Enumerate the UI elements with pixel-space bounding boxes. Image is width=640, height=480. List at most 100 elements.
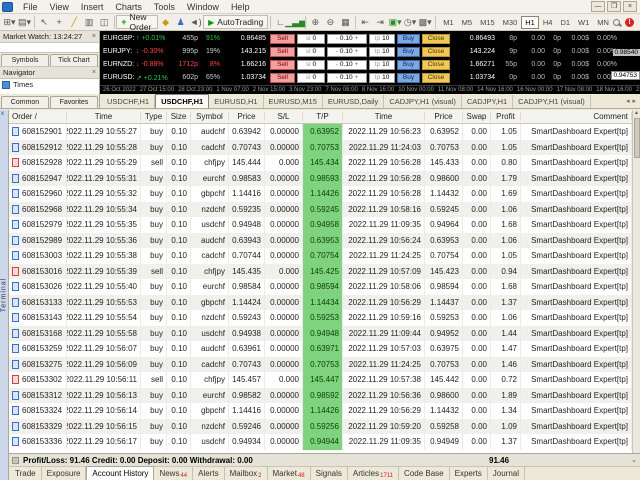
zoom-in-button[interactable]: ⊕: [308, 15, 323, 29]
sell-button[interactable]: Sell: [270, 59, 295, 70]
table-row[interactable]: 608153133 2022.11.29 10:55:53 buy 0.10 gbpch…: [9, 294, 632, 310]
column-header-c10[interactable]: Swap: [463, 112, 491, 121]
profiles-button[interactable]: ▤▾: [17, 15, 32, 29]
chart-tab[interactable]: CADJPY,H1 (visual): [513, 95, 591, 108]
plus-icon[interactable]: +: [355, 49, 359, 55]
minus-icon[interactable]: -: [336, 62, 338, 68]
new-chart-button[interactable]: ⊞▾: [2, 15, 17, 29]
chart-tab[interactable]: EURUSD,H1: [209, 95, 264, 108]
sell-button[interactable]: Sell: [270, 33, 295, 44]
lot-stepper[interactable]: -0.10 +: [327, 46, 367, 57]
crosshair-button[interactable]: +: [52, 15, 67, 29]
column-header-c4[interactable]: Symbol: [191, 112, 229, 121]
column-header-c7[interactable]: T/P: [303, 112, 343, 121]
objects-button[interactable]: ▁▃▅: [285, 15, 306, 29]
tab-favorites[interactable]: Favorites: [50, 96, 98, 108]
lot-stepper[interactable]: -0.10 +: [327, 59, 367, 70]
lot-stepper[interactable]: -0.10 +: [327, 72, 367, 83]
tab-exposure[interactable]: Exposure: [42, 467, 87, 480]
chart-tab[interactable]: USDCHF,H1: [102, 95, 156, 108]
chevron-down-icon[interactable]: ⌄: [631, 456, 637, 464]
minus-icon[interactable]: -: [336, 75, 338, 81]
scrollbar-thumb[interactable]: [633, 118, 640, 158]
chart-tab[interactable]: EURUSD,Daily: [323, 95, 385, 108]
plus-icon[interactable]: +: [355, 62, 359, 68]
sell-button[interactable]: Sell: [270, 72, 295, 83]
scroll-right-icon[interactable]: ▸: [632, 97, 636, 105]
notification-icon[interactable]: !: [625, 17, 634, 27]
column-header-c1[interactable]: Time: [67, 112, 141, 121]
tab-journal[interactable]: Journal: [488, 467, 526, 480]
table-row[interactable]: 608153324 2022.11.29 10:56:14 buy 0.10 gbpch…: [9, 403, 632, 419]
search-icon[interactable]: [613, 18, 620, 26]
timeframe-mn-button[interactable]: MN: [593, 16, 613, 29]
takeprofit-field[interactable]: tp 10: [369, 33, 395, 44]
sell-button[interactable]: Sell: [270, 46, 295, 57]
takeprofit-field[interactable]: tp 10: [369, 46, 395, 57]
stoploss-field[interactable]: sl 0: [297, 46, 325, 57]
scroll-left-icon[interactable]: ◂: [626, 97, 630, 105]
candle-chart-button[interactable]: ◫: [97, 15, 112, 29]
accounts-button[interactable]: ♟: [173, 15, 188, 29]
column-header-c6[interactable]: S/L: [265, 112, 303, 121]
sound-button[interactable]: ◄): [188, 15, 203, 29]
table-row[interactable]: 608152901 2022.11.29 10:55:27 buy 0.10 audch…: [9, 124, 632, 140]
zoom-out-button[interactable]: ⊖: [323, 15, 338, 29]
strategy-tester-button[interactable]: ▣▾: [388, 15, 403, 29]
column-header-c2[interactable]: Type: [141, 112, 167, 121]
period-button[interactable]: ◷▾: [403, 15, 418, 29]
tab-tick-chart[interactable]: Tick Chart: [50, 54, 98, 66]
tab-articles[interactable]: Articles 1711: [348, 467, 400, 480]
menu-help[interactable]: Help: [225, 2, 256, 12]
menu-file[interactable]: File: [17, 2, 44, 12]
close-icon[interactable]: ×: [92, 33, 96, 40]
tab-experts[interactable]: Experts: [450, 467, 488, 480]
table-row[interactable]: 608152947 2022.11.29 10:55:31 buy 0.10 eurch…: [9, 170, 632, 186]
table-row[interactable]: 608153168 2022.11.29 10:55:58 buy 0.10 usdch…: [9, 325, 632, 341]
navigator-item[interactable]: Times: [2, 80, 33, 89]
table-row[interactable]: 608153275 2022.11.29 10:56:09 buy 0.10 cadch…: [9, 356, 632, 372]
column-header-c5[interactable]: Price: [229, 112, 265, 121]
table-row[interactable]: 608153302 2022.11.29 10:56:11 sell 0.10 chfj…: [9, 372, 632, 388]
tab-account-history[interactable]: Account History: [86, 466, 155, 480]
buy-button[interactable]: Buy: [397, 33, 420, 44]
tab-alerts[interactable]: Alerts: [193, 467, 225, 480]
stoploss-field[interactable]: sl 0: [297, 59, 325, 70]
draw-line-button[interactable]: ╱: [67, 15, 82, 29]
tile-windows-button[interactable]: ▦: [338, 15, 353, 29]
terminal-side-bar[interactable]: x Terminal: [0, 110, 9, 480]
tab-code-base[interactable]: Code Base: [399, 467, 450, 480]
close-icon[interactable]: ×: [92, 69, 96, 76]
buy-button[interactable]: Buy: [397, 59, 420, 70]
menu-window[interactable]: Window: [181, 2, 225, 12]
table-row[interactable]: 608152979 2022.11.29 10:55:35 buy 0.10 usdch…: [9, 217, 632, 233]
template-button[interactable]: ▩▾: [418, 15, 433, 29]
table-row[interactable]: 608152960 2022.11.29 10:55:32 buy 0.10 gbpch…: [9, 186, 632, 202]
chart-tab[interactable]: EURUSD,M15: [264, 95, 323, 108]
timeframe-h1-button[interactable]: H1: [521, 15, 539, 29]
timeframe-w1-button[interactable]: W1: [574, 16, 593, 29]
column-header-c12[interactable]: Comment: [521, 112, 632, 121]
chart-tab[interactable]: CADJPY,H1: [462, 95, 514, 108]
table-row[interactable]: 608153026 2022.11.29 10:55:40 buy 0.10 eurch…: [9, 279, 632, 295]
stoploss-field[interactable]: sl 0: [297, 72, 325, 83]
tab-market[interactable]: Market 48: [268, 467, 311, 480]
tab-trade[interactable]: Trade: [10, 467, 42, 480]
table-row[interactable]: 608152928 2022.11.29 10:55:29 sell 0.10 chfj…: [9, 155, 632, 171]
close-button[interactable]: Close: [422, 59, 450, 70]
table-row[interactable]: 608152968 2022.11.29 10:55:34 buy 0.10 nzdch…: [9, 201, 632, 217]
plus-icon[interactable]: +: [355, 75, 359, 81]
menu-insert[interactable]: Insert: [75, 2, 110, 12]
chart-tab[interactable]: CADJPY,H1 (visual): [384, 95, 462, 108]
close-button[interactable]: Close: [422, 33, 450, 44]
chart-area[interactable]: EURGBP: ↑ +0.01% 455p 91% 0.86485 Sell sl 0-0.1…: [100, 31, 640, 94]
table-row[interactable]: 608153336 2022.11.29 10:56:17 buy 0.10 usdch…: [9, 434, 632, 450]
table-row[interactable]: 608153259 2022.11.29 10:56:07 buy 0.10 audch…: [9, 341, 632, 357]
timeframe-m5-button[interactable]: M5: [458, 16, 476, 29]
close-button[interactable]: Close: [422, 72, 450, 83]
menu-tools[interactable]: Tools: [148, 2, 181, 12]
table-row[interactable]: 608153016 2022.11.29 10:55:39 sell 0.10 chfj…: [9, 263, 632, 279]
table-row[interactable]: 608152912 2022.11.29 10:55:28 buy 0.10 cadch…: [9, 139, 632, 155]
timeframe-m15-button[interactable]: M15: [476, 16, 499, 29]
plus-icon[interactable]: +: [355, 36, 359, 42]
